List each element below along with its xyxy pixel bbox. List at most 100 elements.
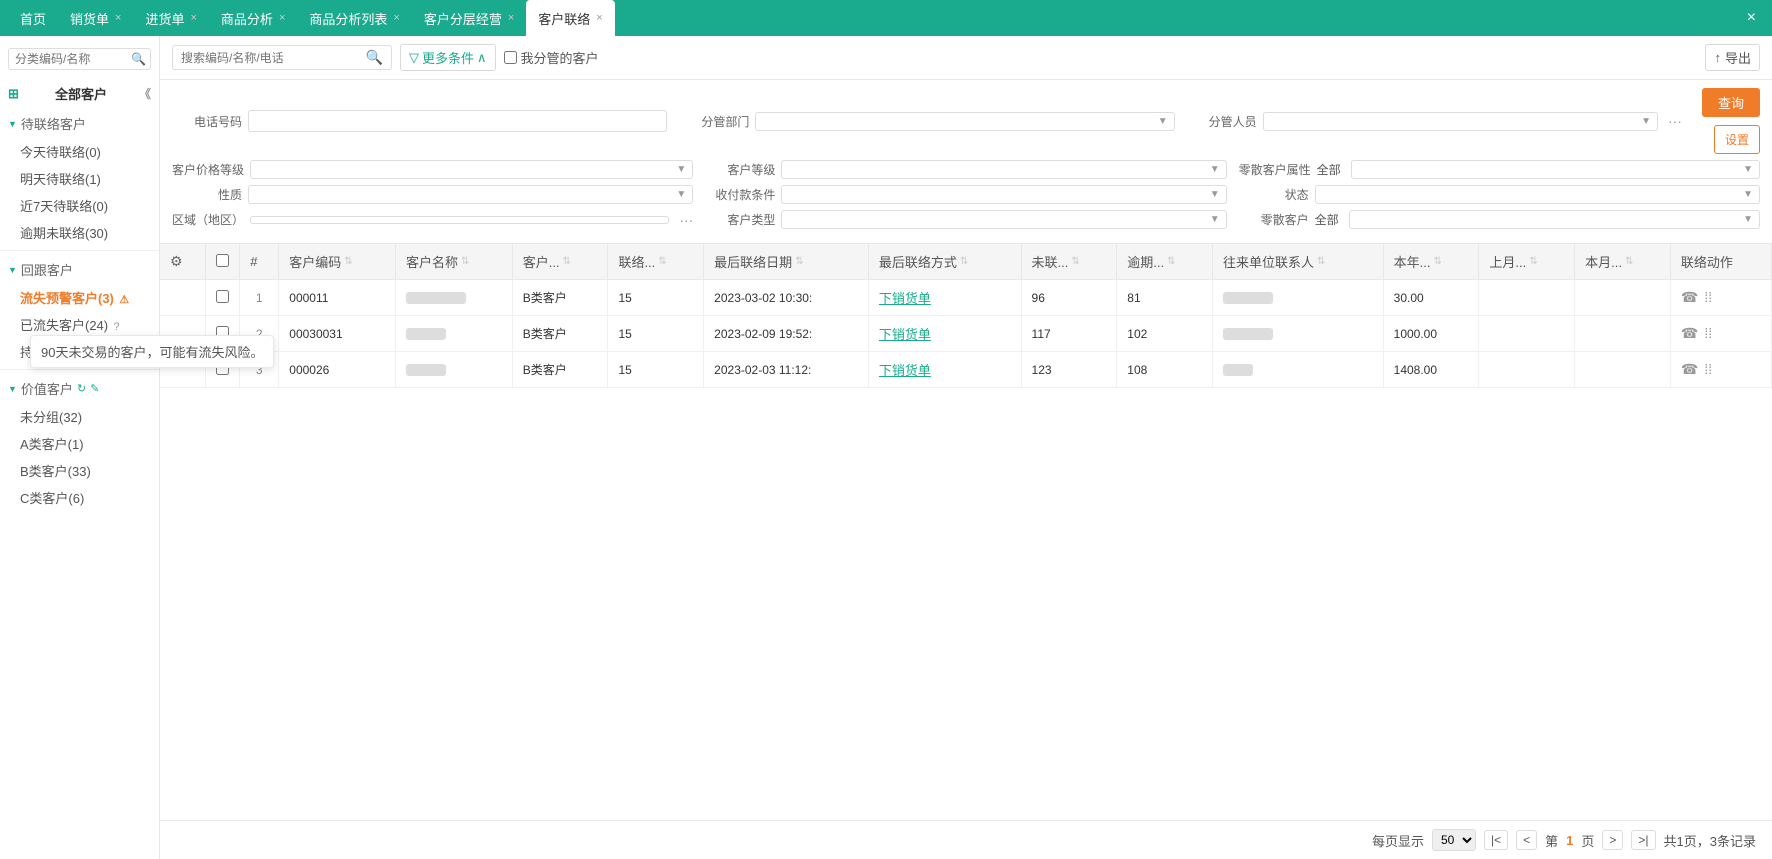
contact-method-link[interactable]: 下销货单 xyxy=(879,291,931,306)
manager-select[interactable]: ▼ xyxy=(1263,112,1658,131)
more-conditions-button[interactable]: ▽ 更多条件 ∧ xyxy=(400,44,496,71)
more-action-icon[interactable]: ⁞⁞ xyxy=(1704,289,1712,306)
my-customers-checkbox-wrap[interactable]: 我分管的客户 xyxy=(504,48,599,67)
tab-sales[interactable]: 销货单 × xyxy=(58,0,133,36)
sidebar-item-ungrouped[interactable]: 未分组(32) xyxy=(0,403,159,430)
chevron-down-icon-5: ▼ xyxy=(1743,164,1753,175)
tab-home[interactable]: 首页 xyxy=(8,0,58,36)
close-customer-link-tab[interactable]: × xyxy=(596,12,602,24)
phone-input[interactable] xyxy=(248,110,667,132)
tab-product-analysis-list[interactable]: 商品分析列表 × xyxy=(297,0,411,36)
row-checkbox[interactable] xyxy=(216,290,229,303)
first-page-button[interactable]: |< xyxy=(1484,830,1508,850)
row-last-contact-method[interactable]: 下销货单 xyxy=(868,352,1021,388)
sidebar-item-cclass[interactable]: C类客户(6) xyxy=(0,484,159,511)
manager-field: 分管人员 ▼ ··· xyxy=(1187,112,1682,131)
table-row: 3 000026 B类客户 15 2023-02-03 11:12: 下销货单 … xyxy=(160,352,1772,388)
sidebar-group-value[interactable]: ▼ 价值客户 ↻ ✎ xyxy=(0,374,159,403)
customer-type-select[interactable]: ▼ xyxy=(781,210,1226,229)
sidebar-group-lost[interactable]: ▼ 回跟客户 xyxy=(0,255,159,284)
sidebar-item-aclass[interactable]: A类客户(1) xyxy=(0,430,159,457)
close-product-analysis-list-tab[interactable]: × xyxy=(393,12,399,24)
next-page-button[interactable]: > xyxy=(1602,830,1623,850)
status-select[interactable]: ▼ xyxy=(1315,185,1760,204)
sidebar-item-churn-warning[interactable]: 流失预警客户(3) ⚠ xyxy=(0,284,159,311)
col-last-contact-method[interactable]: 最后联络方式⇅ xyxy=(868,244,1021,280)
select-all-checkbox[interactable] xyxy=(216,254,229,267)
close-product-analysis-tab[interactable]: × xyxy=(279,12,285,24)
contact-action-icon[interactable]: ☎ xyxy=(1681,361,1698,378)
col-this-year[interactable]: 本年...⇅ xyxy=(1383,244,1479,280)
row-contact-count: 15 xyxy=(608,280,704,316)
contact-method-link[interactable]: 下销货单 xyxy=(879,363,931,378)
col-contact[interactable]: 联络...⇅ xyxy=(608,244,704,280)
row-last-contact-date: 2023-02-03 11:12: xyxy=(704,352,869,388)
customer-level-select[interactable]: ▼ xyxy=(781,160,1226,179)
close-sales-tab[interactable]: × xyxy=(115,12,121,24)
col-level[interactable]: 客户...⇅ xyxy=(512,244,608,280)
search-input[interactable] xyxy=(181,51,366,65)
tab-purchase[interactable]: 进货单 × xyxy=(133,0,208,36)
col-settings[interactable]: ⚙ xyxy=(160,244,206,280)
tab-customer-tier[interactable]: 客户分层经营 × xyxy=(412,0,526,36)
sidebar-item-today[interactable]: 今天待联络(0) xyxy=(0,138,159,165)
row-actions: ☎ ⁞⁞ xyxy=(1670,316,1771,352)
sidebar-group-pending[interactable]: ▼ 待联络客户 xyxy=(0,109,159,138)
more-action-icon[interactable]: ⁞⁞ xyxy=(1704,361,1712,378)
col-name[interactable]: 客户名称⇅ xyxy=(395,244,512,280)
settings-col-icon[interactable]: ⚙ xyxy=(170,253,183,269)
sort-icon-year: ⇅ xyxy=(1434,256,1442,267)
close-all-tabs-button[interactable]: × xyxy=(1739,9,1764,27)
row-settings-cell xyxy=(160,280,206,316)
sidebar-item-tomorrow[interactable]: 明天待联络(1) xyxy=(0,165,159,192)
last-page-button[interactable]: >| xyxy=(1631,830,1655,850)
per-page-select[interactable]: 50 xyxy=(1432,829,1476,851)
contact-method-link[interactable]: 下销货单 xyxy=(879,327,931,342)
query-button[interactable]: 查询 xyxy=(1702,88,1760,117)
payment-select[interactable]: ▼ xyxy=(781,185,1226,204)
contact-action-icon[interactable]: ☎ xyxy=(1681,325,1698,342)
prev-page-button[interactable]: < xyxy=(1516,830,1537,850)
price-level-select[interactable]: ▼ xyxy=(250,160,693,179)
edit-icon[interactable]: ✎ xyxy=(90,382,99,395)
retail-customer-select[interactable]: ▼ xyxy=(1349,210,1760,229)
export-button[interactable]: ↑ 导出 xyxy=(1705,44,1760,71)
row-name xyxy=(395,352,512,388)
row-overdue: 102 xyxy=(1117,316,1213,352)
region-more-button[interactable]: ··· xyxy=(679,212,693,228)
settings-button[interactable]: 设置 xyxy=(1714,125,1760,154)
contact-action-icon[interactable]: ☎ xyxy=(1681,289,1698,306)
col-no-contact[interactable]: 未联...⇅ xyxy=(1021,244,1117,280)
close-purchase-tab[interactable]: × xyxy=(190,12,196,24)
retail-attr-label: 零散客户属性 xyxy=(1239,161,1311,178)
row-last-contact-method[interactable]: 下销货单 xyxy=(868,316,1021,352)
sidebar-item-overdue[interactable]: 逾期未联络(30) xyxy=(0,219,159,246)
sidebar-item-7days[interactable]: 近7天待联络(0) xyxy=(0,192,159,219)
row-last-contact-method[interactable]: 下销货单 xyxy=(868,280,1021,316)
col-this-month[interactable]: 本月...⇅ xyxy=(1575,244,1671,280)
close-customer-tier-tab[interactable]: × xyxy=(508,12,514,24)
tab-product-analysis[interactable]: 商品分析 × xyxy=(209,0,297,36)
manager-more-button[interactable]: ··· xyxy=(1668,113,1682,129)
sidebar-item-churned[interactable]: 已流失客户(24) ? xyxy=(0,311,159,338)
row-this-year: 30.00 xyxy=(1383,280,1479,316)
col-unit-contact[interactable]: 往来单位联系人⇅ xyxy=(1213,244,1384,280)
department-select[interactable]: ▼ xyxy=(755,112,1174,131)
sidebar-item-bclass[interactable]: B类客户(33) xyxy=(0,457,159,484)
sidebar-search-input[interactable] xyxy=(8,48,151,70)
col-last-month[interactable]: 上月...⇅ xyxy=(1479,244,1575,280)
col-last-contact-date[interactable]: 最后联络日期⇅ xyxy=(704,244,869,280)
sidebar-collapse-button[interactable]: 《 xyxy=(139,85,151,102)
tab-customer-link[interactable]: 客户联络 × xyxy=(526,0,614,36)
col-code[interactable]: 客户编码⇅ xyxy=(279,244,396,280)
search-button[interactable]: 🔍 xyxy=(366,49,383,66)
col-overdue[interactable]: 逾期...⇅ xyxy=(1117,244,1213,280)
more-action-icon[interactable]: ⁞⁞ xyxy=(1704,325,1712,342)
refresh-icon[interactable]: ↻ xyxy=(77,382,86,395)
region-select[interactable] xyxy=(250,216,669,224)
row-this-year: 1408.00 xyxy=(1383,352,1479,388)
sidebar-all-customers[interactable]: ⊞ 全部客户 《 xyxy=(0,78,159,109)
retail-attr-select[interactable]: ▼ xyxy=(1351,160,1760,179)
gender-select[interactable]: ▼ xyxy=(248,185,693,204)
my-customers-checkbox[interactable] xyxy=(504,51,517,64)
